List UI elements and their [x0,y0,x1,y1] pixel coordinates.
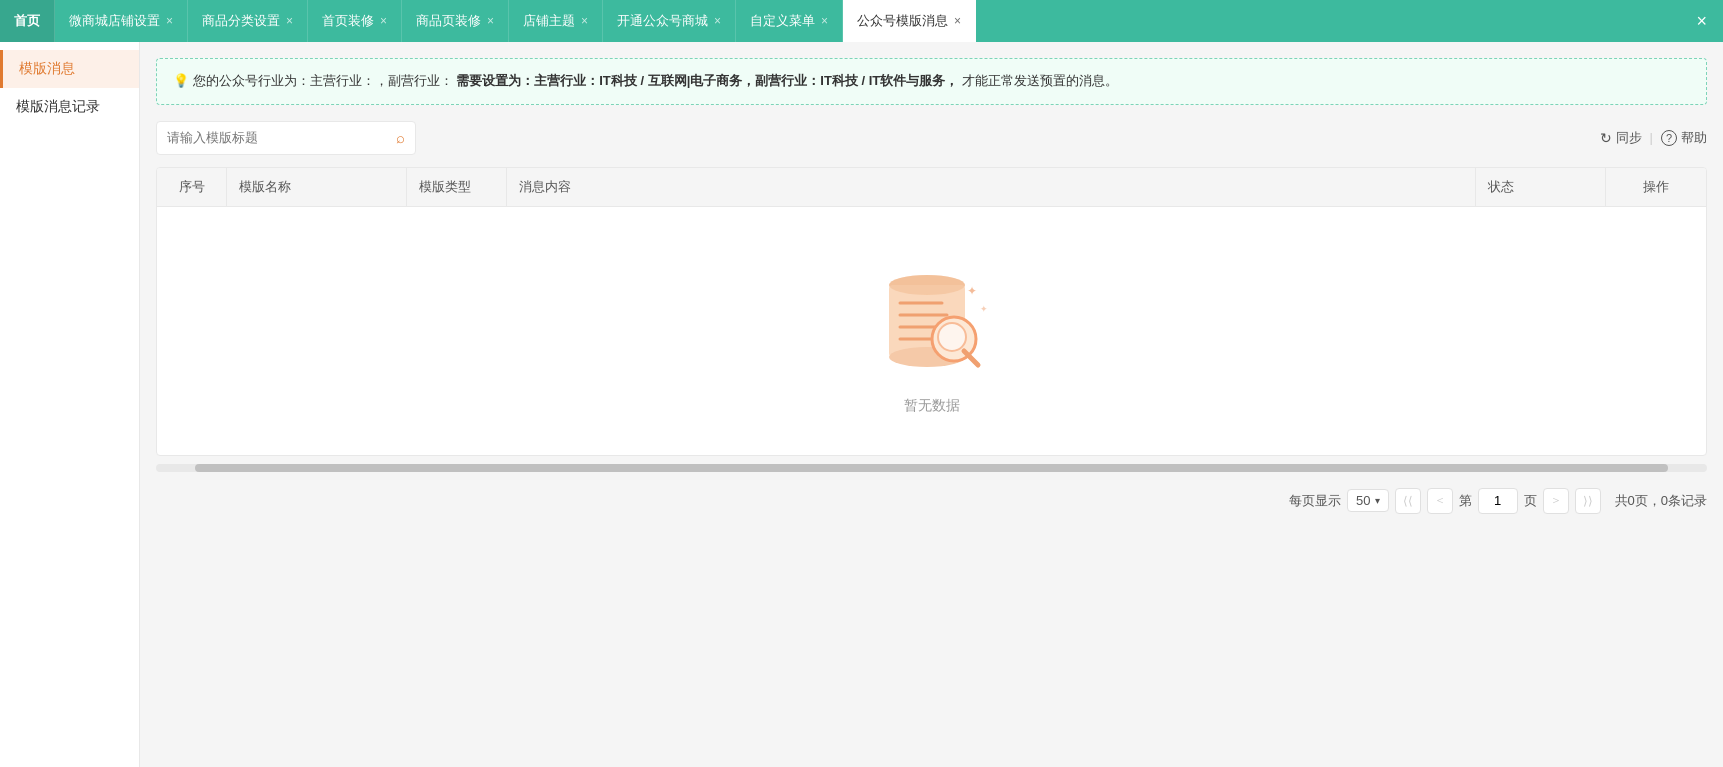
page-suffix: 页 [1524,492,1537,510]
tab-open-mall-label: 开通公众号商城 [617,12,708,30]
main-layout: 模版消息 模版消息记录 💡 您的公众号行业为：主营行业：，副营行业： 需要设置为… [0,42,1723,767]
svg-point-9 [938,323,966,351]
scrollbar-thumb[interactable] [195,464,1668,472]
tab-home[interactable]: 首页 [0,0,55,42]
svg-text:✦: ✦ [980,304,988,314]
tab-template-msg[interactable]: 公众号模版消息 × [843,0,976,42]
tab-product-category-label: 商品分类设置 [202,12,280,30]
search-bar: ⌕ ↻ 同步 | ? 帮助 [156,121,1707,155]
page-size-value: 50 [1356,493,1370,508]
total-text: 共0页，0条记录 [1615,492,1707,510]
tab-product-decor-label: 商品页装修 [416,12,481,30]
tab-wechat-shop-close[interactable]: × [166,14,173,28]
notice-suffix: 才能正常发送预置的消息。 [962,73,1118,88]
notice-highlight: 需要设置为：主营行业：IT科技 / 互联网|电子商务，副营行业：IT科技 / I… [456,73,958,88]
toolbar-divider: | [1650,130,1653,145]
first-page-button[interactable]: ⟨⟨ [1395,488,1421,514]
tab-open-mall[interactable]: 开通公众号商城 × [603,0,736,42]
notice-icon: 💡 [173,73,189,88]
page-size-select[interactable]: 50 ▾ [1347,489,1388,512]
prev-page-button[interactable]: ＜ [1427,488,1453,514]
help-button[interactable]: ? 帮助 [1661,129,1707,147]
notice-bar: 💡 您的公众号行业为：主营行业：，副营行业： 需要设置为：主营行业：IT科技 /… [156,58,1707,105]
th-seq: 序号 [157,168,227,206]
content-area: 💡 您的公众号行业为：主营行业：，副营行业： 需要设置为：主营行业：IT科技 /… [140,42,1723,767]
page-number-input[interactable] [1478,488,1518,514]
sync-button[interactable]: ↻ 同步 [1600,129,1642,147]
tab-template-msg-close[interactable]: × [954,14,961,28]
help-icon: ? [1661,130,1677,146]
tab-shop-theme[interactable]: 店铺主题 × [509,0,603,42]
tab-shop-theme-close[interactable]: × [581,14,588,28]
th-action: 操作 [1606,168,1706,206]
horizontal-scrollbar[interactable] [156,464,1707,472]
th-content: 消息内容 [507,168,1476,206]
sync-icon: ↻ [1600,130,1612,146]
sidebar-item-template-record[interactable]: 模版消息记录 [0,88,139,126]
th-type: 模版类型 [407,168,507,206]
tab-template-msg-label: 公众号模版消息 [857,12,948,30]
svg-point-3 [889,275,965,295]
sidebar-item-template-message-label: 模版消息 [19,60,75,76]
empty-state: ✦ ✦ 暂无数据 [157,207,1706,455]
tab-homepage-decor[interactable]: 首页装修 × [308,0,402,42]
tab-homepage-decor-close[interactable]: × [380,14,387,28]
table-header: 序号 模版名称 模版类型 消息内容 状态 操作 [157,168,1706,207]
notice-prefix: 您的公众号行业为：主营行业：，副营行业： [193,73,453,88]
global-close-button[interactable]: × [1680,0,1723,42]
tab-product-category-close[interactable]: × [286,14,293,28]
tab-homepage-decor-label: 首页装修 [322,12,374,30]
th-name: 模版名称 [227,168,407,206]
sidebar-item-template-message[interactable]: 模版消息 [0,50,139,88]
tab-product-decor-close[interactable]: × [487,14,494,28]
empty-illustration: ✦ ✦ [872,267,992,397]
empty-text: 暂无数据 [904,397,960,415]
tab-wechat-shop-label: 微商城店铺设置 [69,12,160,30]
page-prefix: 第 [1459,492,1472,510]
pagination: 每页显示 50 ▾ ⟨⟨ ＜ 第 页 ＞ ⟩⟩ 共0页，0条记录 [156,480,1707,522]
tab-wechat-shop[interactable]: 微商城店铺设置 × [55,0,188,42]
tab-home-label: 首页 [14,12,40,30]
search-input-wrap[interactable]: ⌕ [156,121,416,155]
chevron-down-icon: ▾ [1375,495,1380,506]
tab-product-category[interactable]: 商品分类设置 × [188,0,308,42]
sidebar-item-template-record-label: 模版消息记录 [16,98,100,114]
svg-text:✦: ✦ [967,284,977,298]
tab-shop-theme-label: 店铺主题 [523,12,575,30]
tab-custom-menu-label: 自定义菜单 [750,12,815,30]
search-icon[interactable]: ⌕ [396,129,405,146]
tab-custom-menu[interactable]: 自定义菜单 × [736,0,843,42]
tab-product-decor[interactable]: 商品页装修 × [402,0,509,42]
last-page-button[interactable]: ⟩⟩ [1575,488,1601,514]
page-size-label: 每页显示 [1289,492,1341,510]
th-status: 状态 [1476,168,1606,206]
sidebar: 模版消息 模版消息记录 [0,42,140,767]
next-page-button[interactable]: ＞ [1543,488,1569,514]
help-label: 帮助 [1681,129,1707,147]
top-nav: 首页 微商城店铺设置 × 商品分类设置 × 首页装修 × 商品页装修 × 店铺主… [0,0,1723,42]
tab-custom-menu-close[interactable]: × [821,14,828,28]
data-table: 序号 模版名称 模版类型 消息内容 状态 操作 [156,167,1707,456]
search-input[interactable] [167,130,396,145]
toolbar-right: ↻ 同步 | ? 帮助 [1600,129,1707,147]
sync-label: 同步 [1616,129,1642,147]
tab-open-mall-close[interactable]: × [714,14,721,28]
